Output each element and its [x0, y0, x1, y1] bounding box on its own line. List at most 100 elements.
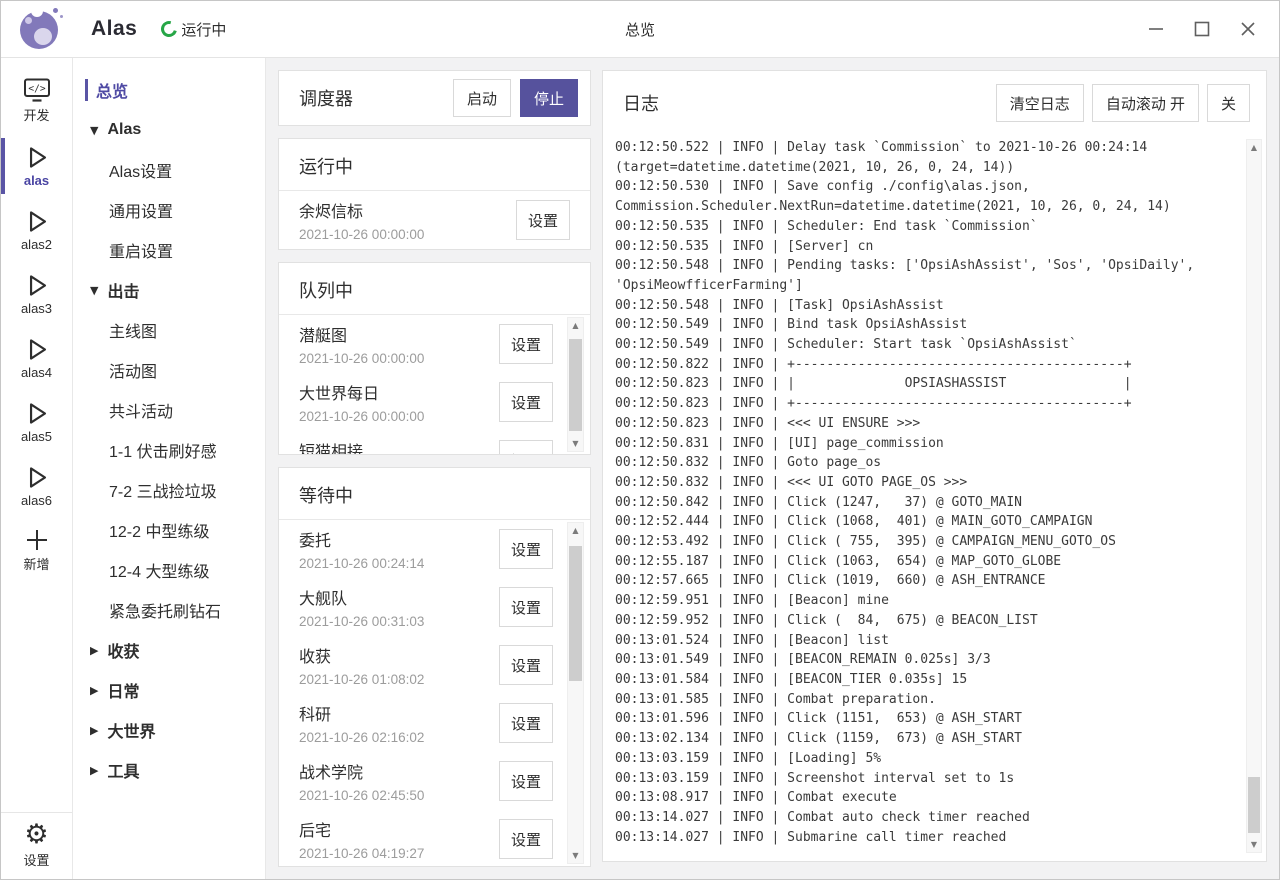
rail-item-add[interactable]: 新增 [1, 518, 72, 583]
task-settings-button[interactable]: 设置 [499, 587, 553, 627]
main-content: 调度器 启动 停止 运行中 余烬信标 2021-10-26 00:00:00 设… [266, 58, 1279, 879]
scrollbar-thumb[interactable] [1248, 777, 1260, 833]
rail-item-alas3[interactable]: alas3 [1, 262, 72, 326]
task-settings-button[interactable]: 设置 [516, 200, 570, 240]
task-settings-button[interactable]: 设置 [499, 761, 553, 801]
rail-item-alas4[interactable]: alas4 [1, 326, 72, 390]
rail-item-label: 新增 [23, 554, 49, 573]
log-line: 00:12:50.831 | INFO | [UI] page_commissi… [615, 434, 1234, 454]
log-header: 日志 清空日志 自动滚动 开 关 [603, 71, 1266, 135]
scroll-up-icon[interactable]: ▲ [568, 523, 583, 538]
menu-item-1-1[interactable]: 1-1 伏击刷好感 [73, 430, 265, 470]
task-time: 2021-10-26 00:00:00 [299, 351, 499, 366]
task-time: 2021-10-26 04:19:27 [299, 846, 499, 861]
scroll-up-icon[interactable]: ▲ [568, 318, 583, 333]
chevron-down-icon: ▼ [90, 284, 98, 297]
menu-group-alas[interactable]: ▼Alas [73, 110, 265, 150]
running-title: 运行中 [279, 139, 590, 190]
autoscroll-toggle-button[interactable]: 自动滚动 开 [1092, 84, 1199, 122]
menu-group-opsi[interactable]: ▶大世界 [73, 710, 265, 750]
play-icon [22, 399, 51, 428]
task-settings-button[interactable]: 设置 [499, 529, 553, 569]
log-line: 00:13:01.524 | INFO | [Beacon] list [615, 631, 1234, 651]
close-button[interactable] [1231, 12, 1265, 46]
waiting-scrollbar[interactable]: ▲ ▼ [567, 522, 584, 864]
log-line: 00:12:53.492 | INFO | Click ( 755, 395) … [615, 532, 1234, 552]
menu-item-12-4[interactable]: 12-4 大型练级 [73, 550, 265, 590]
task-name: 大世界每日 [299, 380, 499, 404]
task-row: 战术学院 2021-10-26 02:45:50 设置 [279, 752, 590, 810]
alas-logo-icon [17, 6, 63, 52]
scroll-down-icon[interactable]: ▼ [1247, 837, 1261, 852]
task-row: 短猫相接 2021-10-26 00:00:00 设置 [279, 431, 590, 454]
task-name: 后宅 [299, 817, 499, 841]
task-settings-button[interactable]: 设置 [499, 382, 553, 422]
rail-item-settings[interactable]: ⚙ 设置 [1, 812, 72, 879]
queued-scrollbar[interactable]: ▲ ▼ [567, 317, 584, 452]
chevron-right-icon: ▶ [90, 644, 98, 657]
task-settings-button[interactable]: 设置 [499, 440, 553, 454]
task-row: 委托 2021-10-26 00:24:14 设置 [279, 520, 590, 578]
task-name: 委托 [299, 527, 499, 551]
log-card: 日志 清空日志 自动滚动 开 关 00:12:50.522 | INFO | D… [602, 70, 1267, 862]
log-line: 00:12:50.549 | INFO | Scheduler: Start t… [615, 335, 1234, 355]
menu-item-7-2[interactable]: 7-2 三战捡垃圾 [73, 470, 265, 510]
menu-group-daily[interactable]: ▶日常 [73, 670, 265, 710]
log-title: 日志 [623, 90, 996, 116]
menu-item-event-map[interactable]: 活动图 [73, 350, 265, 390]
scheduler-start-button[interactable]: 启动 [453, 79, 511, 117]
task-name: 余烬信标 [299, 198, 516, 222]
rail-item-label: 开发 [23, 105, 49, 124]
code-monitor-icon: </> [22, 77, 52, 104]
play-icon [22, 271, 51, 300]
log-line: 00:12:59.952 | INFO | Click ( 84, 675) @… [615, 611, 1234, 631]
clear-log-button[interactable]: 清空日志 [996, 84, 1084, 122]
menu-group-tools[interactable]: ▶工具 [73, 750, 265, 790]
log-off-button[interactable]: 关 [1207, 84, 1250, 122]
menu-item-alas-settings[interactable]: Alas设置 [73, 150, 265, 190]
menu-item-restart-settings[interactable]: 重启设置 [73, 230, 265, 270]
menu-item-main-map[interactable]: 主线图 [73, 310, 265, 350]
task-row: 收获 2021-10-26 01:08:02 设置 [279, 636, 590, 694]
task-time: 2021-10-26 01:08:02 [299, 672, 499, 687]
scrollbar-thumb[interactable] [569, 546, 582, 681]
maximize-button[interactable] [1185, 12, 1219, 46]
log-line: 00:12:50.522 | INFO | Delay task `Commis… [615, 138, 1234, 177]
menu-item-general-settings[interactable]: 通用设置 [73, 190, 265, 230]
menu-item-overview[interactable]: 总览 [73, 70, 265, 110]
minimize-button[interactable] [1139, 12, 1173, 46]
rail-item-alas6[interactable]: alas6 [1, 454, 72, 518]
task-time: 2021-10-26 00:00:00 [299, 227, 516, 242]
task-settings-button[interactable]: 设置 [499, 324, 553, 364]
rail-item-alas[interactable]: alas [1, 134, 72, 198]
menu-item-raid[interactable]: 共斗活动 [73, 390, 265, 430]
task-settings-button[interactable]: 设置 [499, 703, 553, 743]
menu-item-12-2[interactable]: 12-2 中型练级 [73, 510, 265, 550]
rail-item-alas5[interactable]: alas5 [1, 390, 72, 454]
log-line: 00:12:50.823 | INFO | +-----------------… [615, 394, 1234, 414]
scheduler-stop-button[interactable]: 停止 [520, 79, 578, 117]
task-menu: 总览 ▼Alas Alas设置 通用设置 重启设置 ▼出击 主线图 活动图 共斗… [73, 58, 266, 879]
log-scrollbar[interactable]: ▲ ▼ [1246, 139, 1262, 853]
task-settings-button[interactable]: 设置 [499, 819, 553, 859]
rail-item-alas2[interactable]: alas2 [1, 198, 72, 262]
task-time: 2021-10-26 00:31:03 [299, 614, 499, 629]
scrollbar-thumb[interactable] [569, 339, 582, 431]
menu-item-urgent-commission[interactable]: 紧急委托刷钻石 [73, 590, 265, 630]
rail-item-dev[interactable]: </> 开发 [1, 68, 72, 134]
scroll-down-icon[interactable]: ▼ [568, 848, 583, 863]
chevron-right-icon: ▶ [90, 684, 98, 697]
task-settings-button[interactable]: 设置 [499, 645, 553, 685]
rail-item-label: alas3 [21, 301, 52, 316]
scroll-up-icon[interactable]: ▲ [1247, 140, 1261, 155]
task-time: 2021-10-26 02:16:02 [299, 730, 499, 745]
queued-list: 潜艇图 2021-10-26 00:00:00 设置 大世界每日 2021-10… [279, 315, 590, 454]
menu-group-sortie[interactable]: ▼出击 [73, 270, 265, 310]
scroll-down-icon[interactable]: ▼ [568, 436, 583, 451]
log-output[interactable]: 00:12:50.522 | INFO | Delay task `Commis… [603, 135, 1266, 861]
task-name: 收获 [299, 643, 499, 667]
task-name: 大舰队 [299, 585, 499, 609]
status-label: 运行中 [181, 19, 226, 40]
menu-group-reward[interactable]: ▶收获 [73, 630, 265, 670]
chevron-down-icon: ▼ [90, 124, 98, 137]
